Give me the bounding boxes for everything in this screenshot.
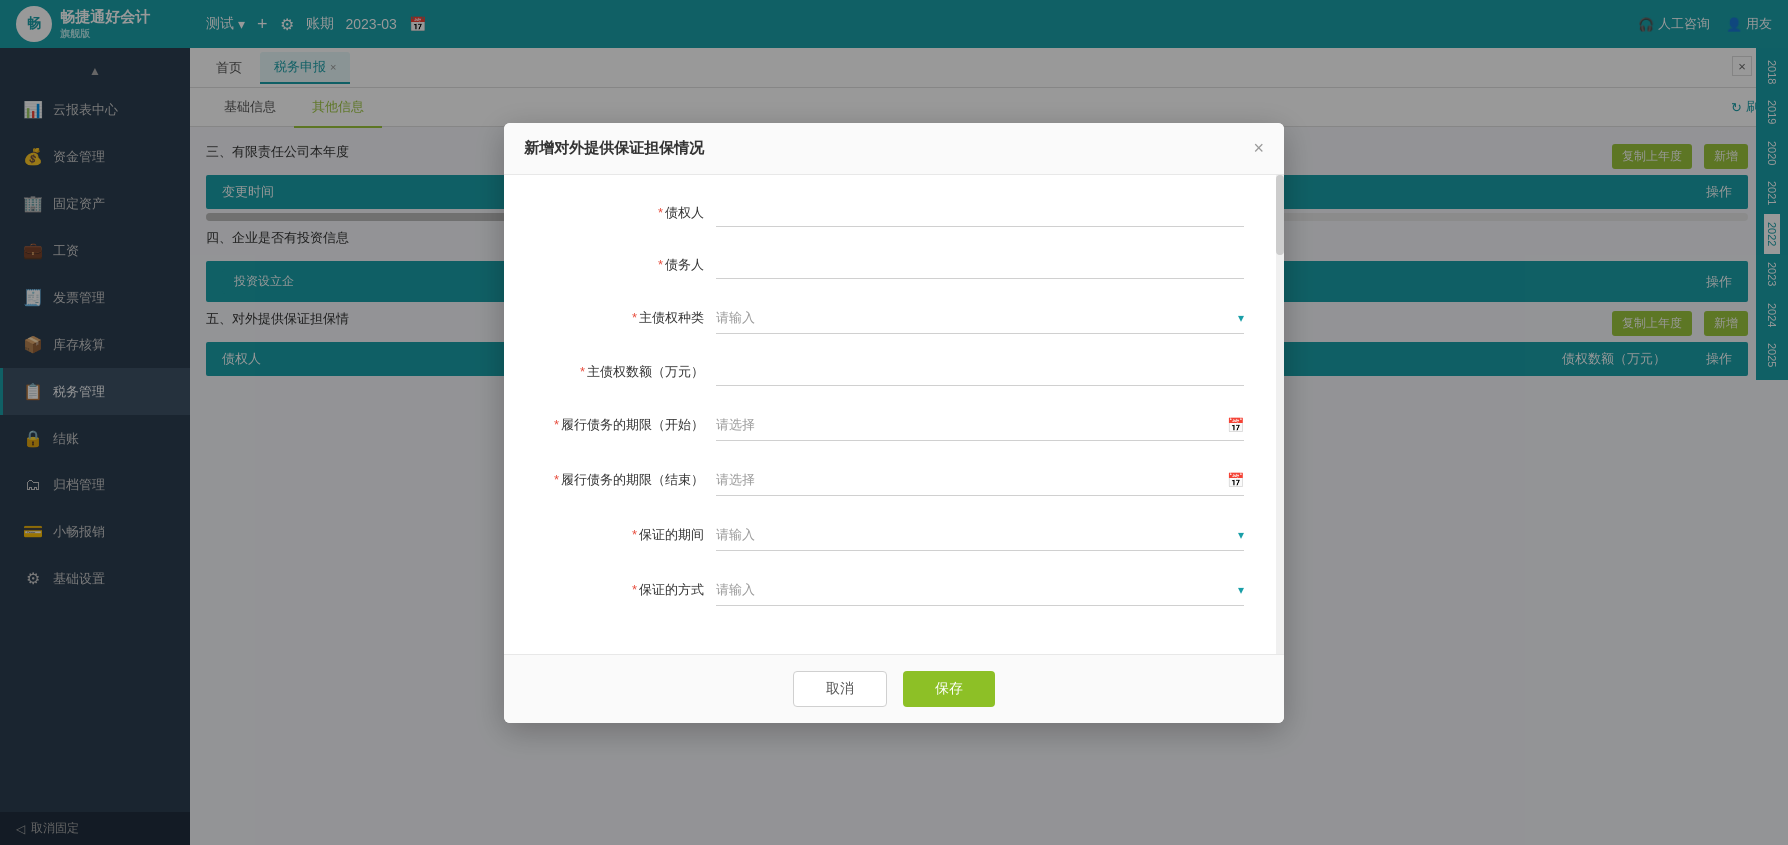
select-guarantee-method[interactable]: 请输入 ▾ — [716, 575, 1244, 606]
select-claim-type-value: 请输入 — [716, 309, 1238, 327]
modal-dialog: 新增对外提供保证担保情况 × *债权人 *债务人 — [504, 123, 1284, 723]
input-claim-amount[interactable] — [716, 358, 1244, 386]
label-creditor: *债权人 — [544, 204, 704, 222]
label-guarantee-method: *保证的方式 — [544, 581, 704, 599]
select-guarantee-period-value: 请输入 — [716, 526, 1238, 544]
modal-scroll-thumb — [1276, 175, 1284, 255]
label-debt-start: *履行债务的期限（开始） — [544, 416, 704, 434]
label-claim-type: *主债权种类 — [544, 309, 704, 327]
form-row-claim-type: *主债权种类 请输入 ▾ — [544, 303, 1244, 334]
date-debt-end[interactable]: 请选择 📅 — [716, 465, 1244, 496]
modal-footer: 取消 保存 — [504, 654, 1284, 723]
input-creditor[interactable] — [716, 199, 1244, 227]
calendar-debt-end-icon: 📅 — [1227, 472, 1244, 488]
save-button[interactable]: 保存 — [903, 671, 995, 707]
modal-close-btn[interactable]: × — [1253, 139, 1264, 157]
form-row-creditor: *债权人 — [544, 199, 1244, 227]
label-debtor: *债务人 — [544, 256, 704, 274]
cancel-button[interactable]: 取消 — [793, 671, 887, 707]
form-row-guarantee-period: *保证的期间 请输入 ▾ — [544, 520, 1244, 551]
date-debt-start-value: 请选择 — [716, 416, 1227, 434]
chevron-claim-type-icon: ▾ — [1238, 311, 1244, 325]
modal-scrollbar[interactable] — [1276, 175, 1284, 654]
form-row-guarantee-method: *保证的方式 请输入 ▾ — [544, 575, 1244, 606]
label-debt-end: *履行债务的期限（结束） — [544, 471, 704, 489]
date-debt-end-value: 请选择 — [716, 471, 1227, 489]
select-guarantee-period[interactable]: 请输入 ▾ — [716, 520, 1244, 551]
input-debtor[interactable] — [716, 251, 1244, 279]
chevron-guarantee-period-icon: ▾ — [1238, 528, 1244, 542]
select-guarantee-method-value: 请输入 — [716, 581, 1238, 599]
calendar-debt-start-icon: 📅 — [1227, 417, 1244, 433]
form-row-debt-end: *履行债务的期限（结束） 请选择 📅 — [544, 465, 1244, 496]
modal-header: 新增对外提供保证担保情况 × — [504, 123, 1284, 175]
modal-body: *债权人 *债务人 *主债权种类 请输入 ▾ — [504, 175, 1284, 654]
form-row-claim-amount: *主债权数额（万元） — [544, 358, 1244, 386]
date-debt-start[interactable]: 请选择 📅 — [716, 410, 1244, 441]
label-guarantee-period: *保证的期间 — [544, 526, 704, 544]
label-claim-amount: *主债权数额（万元） — [544, 363, 704, 381]
form-row-debt-start: *履行债务的期限（开始） 请选择 📅 — [544, 410, 1244, 441]
modal-overlay: 新增对外提供保证担保情况 × *债权人 *债务人 — [0, 0, 1788, 845]
form-row-debtor: *债务人 — [544, 251, 1244, 279]
select-claim-type[interactable]: 请输入 ▾ — [716, 303, 1244, 334]
modal-title: 新增对外提供保证担保情况 — [524, 139, 1253, 158]
chevron-guarantee-method-icon: ▾ — [1238, 583, 1244, 597]
